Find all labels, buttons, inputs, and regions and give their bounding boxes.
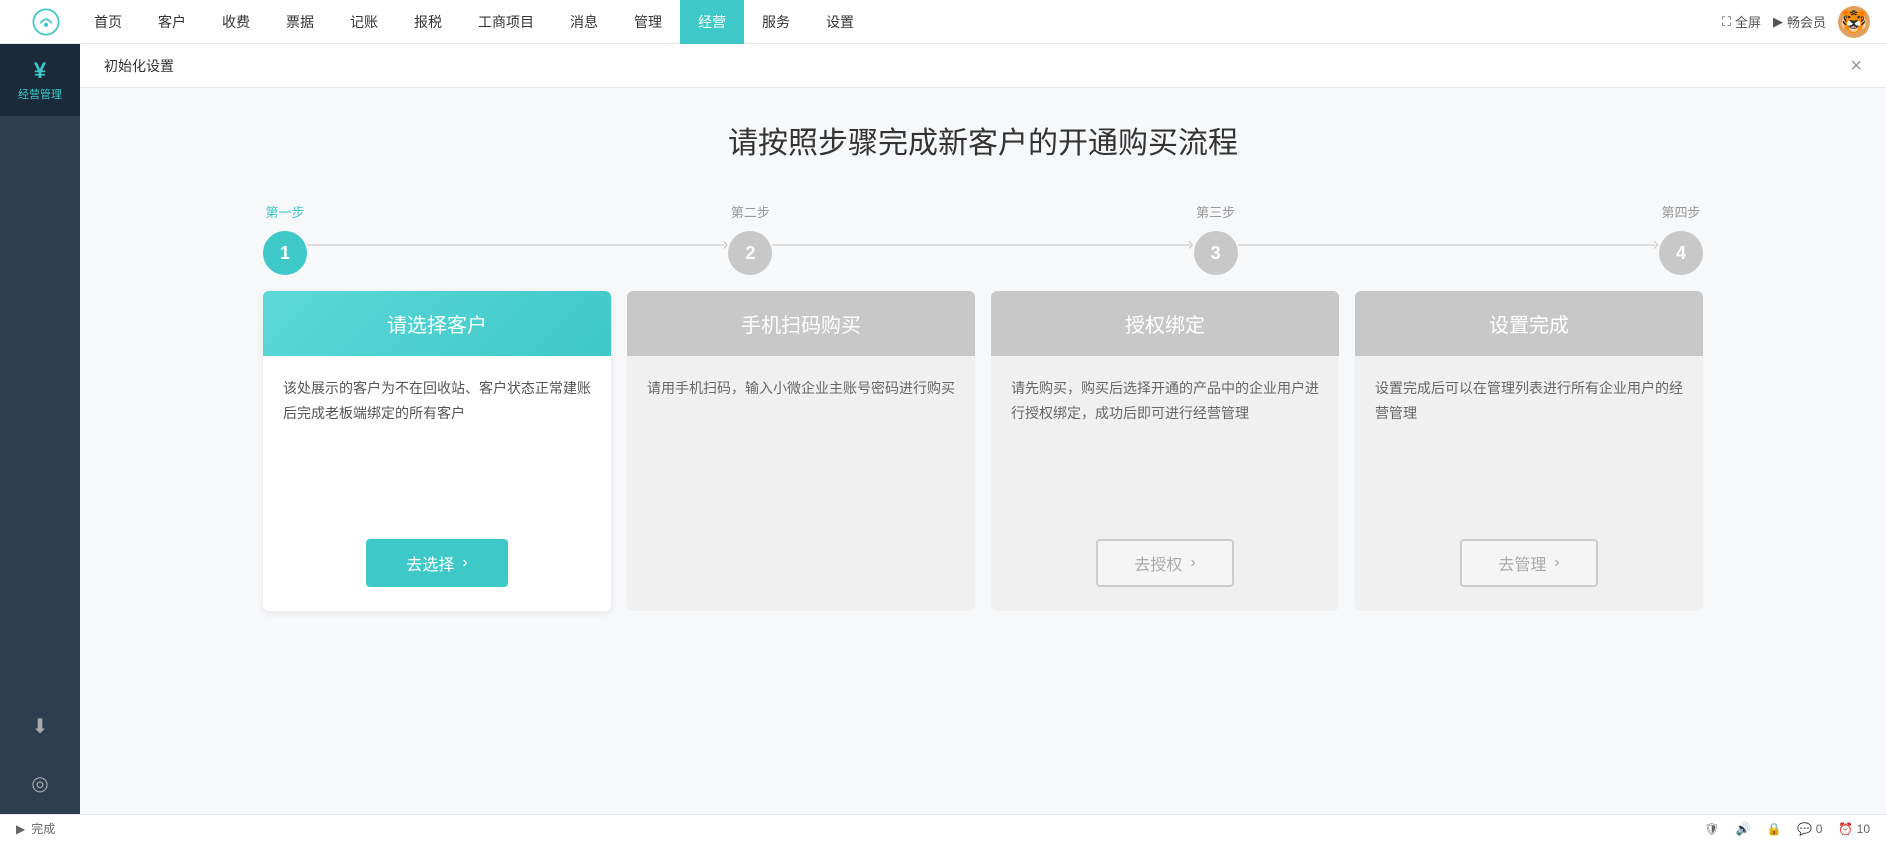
nav-message[interactable]: 消息	[552, 0, 616, 44]
card3-footer: 去授权 ›	[991, 539, 1339, 587]
step2-circle: 2	[728, 231, 772, 275]
clock-icon: ⏰ 10	[1838, 822, 1870, 836]
sidebar-download[interactable]: ⬇	[0, 700, 80, 757]
step4-circle: 4	[1659, 231, 1703, 275]
page-title: 初始化设置	[104, 56, 174, 76]
main-layout: ¥ 经营管理 ⬇ ◎ 初始化设置 × 请按照步骤完成新客户的开通购买流程	[0, 44, 1886, 814]
nav-operation[interactable]: 经营	[680, 0, 744, 44]
card3-header: 授权绑定	[991, 291, 1339, 356]
step-card-4: 设置完成 设置完成后可以在管理列表进行所有企业用户的经营管理 去管理 ›	[1355, 291, 1703, 611]
card2-header: 手机扫码购买	[627, 291, 975, 356]
connector-3-4: ›	[1238, 202, 1659, 255]
arrow-icon-4: ›	[1554, 554, 1559, 572]
fullscreen-button[interactable]: ⛶ 全屏	[1722, 12, 1761, 31]
go-manage-button[interactable]: 去管理 ›	[1460, 539, 1597, 587]
close-button[interactable]: ×	[1850, 56, 1862, 76]
nav-right: ⛶ 全屏 ▶ 畅会员 🐯	[1722, 6, 1870, 38]
card1-header: 请选择客户	[263, 291, 611, 356]
nav-account[interactable]: 记账	[332, 0, 396, 44]
message-count: 💬 0	[1797, 822, 1822, 836]
support-icon: ◎	[31, 771, 48, 796]
fullscreen-icon: ⛶	[1722, 14, 1731, 30]
wizard-headline: 请按照步骤完成新客户的开通购买流程	[728, 118, 1238, 162]
go-select-button[interactable]: 去选择 ›	[366, 539, 507, 587]
nav-business[interactable]: 工商项目	[460, 0, 552, 44]
download-icon: ⬇	[32, 714, 49, 739]
step3-circle: 3	[1194, 231, 1238, 275]
shield-icon: 🛡	[1704, 822, 1719, 836]
content-area: 初始化设置 × 请按照步骤完成新客户的开通购买流程 第一步 1 ›	[80, 44, 1886, 814]
nav-manage[interactable]: 管理	[616, 0, 680, 44]
card4-body: 设置完成后可以在管理列表进行所有企业用户的经营管理	[1355, 356, 1703, 539]
sidebar: ¥ 经营管理 ⬇ ◎	[0, 44, 80, 814]
step-card-3: 授权绑定 请先购买，购买后选择开通的产品中的企业用户进行授权绑定，成功后即可进行…	[991, 291, 1339, 611]
status-text: 完成	[31, 820, 55, 837]
yen-icon: ¥	[34, 58, 46, 84]
nav-ticket[interactable]: 票据	[268, 0, 332, 44]
sidebar-support[interactable]: ◎	[0, 757, 80, 814]
step-card-2: 手机扫码购买 请用手机扫码，输入小微企业主账号密码进行购买	[627, 291, 975, 611]
page-header: 初始化设置 ×	[80, 44, 1886, 88]
nav-tax[interactable]: 报税	[396, 0, 460, 44]
member-button[interactable]: ▶ 畅会员	[1773, 12, 1826, 31]
step1-circle: 1	[263, 231, 307, 275]
card2-body: 请用手机扫码，输入小微企业主账号密码进行购买	[627, 356, 975, 587]
connector-2-3: ›	[772, 202, 1193, 255]
sidebar-bottom: ⬇ ◎	[0, 700, 80, 814]
nav-customer[interactable]: 客户	[140, 0, 204, 44]
go-authorize-button[interactable]: 去授权 ›	[1096, 539, 1233, 587]
card4-footer: 去管理 ›	[1355, 539, 1703, 587]
top-navigation: 首页 客户 收费 票据 记账 报税 工商项目 消息 管理 经营 服务 设置 ⛶ …	[0, 0, 1886, 44]
user-avatar[interactable]: 🐯	[1838, 6, 1870, 38]
arrow-icon-1: ›	[462, 554, 467, 572]
sidebar-label-operation: 经营管理	[18, 88, 62, 102]
card1-footer: 去选择 ›	[263, 539, 611, 587]
lock-icon: 🔒	[1766, 822, 1781, 836]
status-bar: ▶ 完成 🛡 🔊 🔒 💬 0 ⏰ 10	[0, 814, 1886, 842]
connector-1-2: ›	[307, 202, 728, 255]
card4-header: 设置完成	[1355, 291, 1703, 356]
play-status-icon: ▶	[16, 822, 25, 836]
step2-label: 第二步	[731, 202, 770, 221]
sidebar-item-operation[interactable]: ¥ 经营管理	[0, 44, 80, 116]
volume-icon: 🔊	[1736, 822, 1751, 836]
card1-body: 该处展示的客户为不在回收站、客户状态正常建账后完成老板端绑定的所有客户	[263, 356, 611, 539]
cards-row: 请选择客户 该处展示的客户为不在回收站、客户状态正常建账后完成老板端绑定的所有客…	[263, 291, 1703, 611]
play-icon: ▶	[1773, 14, 1783, 30]
nav-home[interactable]: 首页	[76, 0, 140, 44]
nav-service[interactable]: 服务	[744, 0, 808, 44]
arrow-icon-3: ›	[1190, 554, 1195, 572]
step-card-1: 请选择客户 该处展示的客户为不在回收站、客户状态正常建账后完成老板端绑定的所有客…	[263, 291, 611, 611]
wizard-container: 请按照步骤完成新客户的开通购买流程 第一步 1 › 第二步 2	[80, 88, 1886, 814]
nav-settings[interactable]: 设置	[808, 0, 872, 44]
step3-label: 第三步	[1196, 202, 1235, 221]
nav-fee[interactable]: 收费	[204, 0, 268, 44]
step1-label: 第一步	[265, 202, 304, 221]
app-logo	[16, 8, 76, 36]
status-bar-right: 🛡 🔊 🔒 💬 0 ⏰ 10	[1704, 822, 1870, 836]
nav-items: 首页 客户 收费 票据 记账 报税 工商项目 消息 管理 经营 服务 设置	[76, 0, 1722, 44]
card3-body: 请先购买，购买后选择开通的产品中的企业用户进行授权绑定，成功后即可进行经营管理	[991, 356, 1339, 539]
step4-label: 第四步	[1661, 202, 1700, 221]
